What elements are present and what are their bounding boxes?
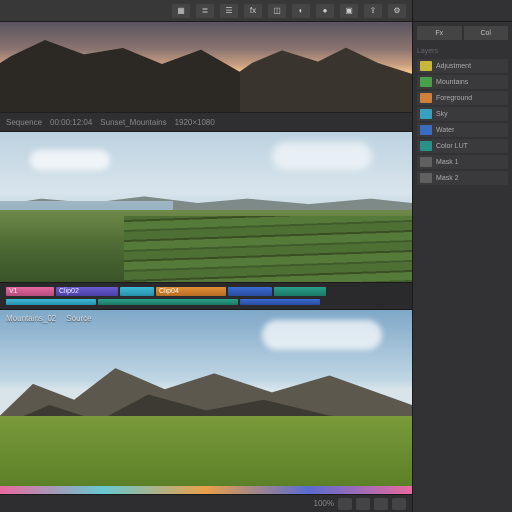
tab-col[interactable]: Col <box>464 26 509 40</box>
layer-label: Foreground <box>436 95 472 102</box>
color-swatch-icon <box>420 109 432 119</box>
color-swatch-icon <box>420 93 432 103</box>
clip-meta: Mountains_02 Source <box>6 314 92 323</box>
side-header <box>413 0 512 22</box>
share-icon[interactable]: ⇪ <box>364 4 382 18</box>
info-strip: Sequence 00:00:12:04 Sunset_Mountains 19… <box>0 112 412 132</box>
tab-fx[interactable]: Fx <box>417 26 462 40</box>
color-swatch-icon <box>420 61 432 71</box>
strip-name: Sunset_Mountains <box>100 118 166 127</box>
timeline-clip[interactable] <box>6 299 96 305</box>
app-root: ▦ ≣ ☰ fx ◫ ◐ ● ▣ ⇪ ⚙ Sequence 00:00:12:0… <box>0 0 512 512</box>
mountain-left <box>0 32 240 112</box>
layer-label: Mountains <box>436 79 468 86</box>
layer-label: Water <box>436 127 454 134</box>
cloud-graphic <box>262 320 382 350</box>
strip-seq: Sequence <box>6 118 42 127</box>
color-scope-strip <box>0 486 412 494</box>
mask-icon[interactable]: ◐ <box>292 4 310 18</box>
mic-icon[interactable]: ● <box>316 4 334 18</box>
timeline-clip[interactable] <box>274 287 326 296</box>
timeline-clip[interactable] <box>240 299 320 305</box>
settings-icon[interactable] <box>374 498 388 510</box>
marker-icon[interactable] <box>356 498 370 510</box>
layer-label: Mask 2 <box>436 175 459 182</box>
layer-row[interactable]: Water <box>417 123 508 137</box>
layer-row[interactable]: Sky <box>417 107 508 121</box>
grid-icon[interactable]: ▦ <box>172 4 190 18</box>
list-icon[interactable]: ☰ <box>220 4 238 18</box>
gear-icon[interactable]: ⚙ <box>388 4 406 18</box>
snap-icon[interactable] <box>338 498 352 510</box>
timeline-clip[interactable] <box>228 287 272 296</box>
layers-icon[interactable]: ≣ <box>196 4 214 18</box>
cam-icon[interactable]: ▣ <box>340 4 358 18</box>
layer-list: Adjustment Mountains Foreground Sky Water Col… <box>413 57 512 187</box>
layer-row[interactable]: Color LUT <box>417 139 508 153</box>
layer-row[interactable]: Foreground <box>417 91 508 105</box>
timeline-track-v2[interactable] <box>6 299 406 305</box>
timeline-clip[interactable] <box>98 299 238 305</box>
main-column: ▦ ≣ ☰ fx ◫ ◐ ● ▣ ⇪ ⚙ Sequence 00:00:12:0… <box>0 0 412 512</box>
top-toolbar: ▦ ≣ ☰ fx ◫ ◐ ● ▣ ⇪ ⚙ <box>0 0 412 22</box>
timeline-clip[interactable]: Clip04 <box>156 287 226 296</box>
mountain-right <box>222 42 412 112</box>
layer-label: Sky <box>436 111 448 118</box>
clip-kind: Source <box>66 314 91 323</box>
zoom-level: 100% <box>314 499 334 508</box>
timeline-clip[interactable]: Clip02 <box>56 287 118 296</box>
program-monitor[interactable] <box>0 22 412 112</box>
strip-res: 1920×1080 <box>175 118 215 127</box>
color-swatch-icon <box>420 77 432 87</box>
status-bar: 100% <box>0 494 412 512</box>
clip-preview[interactable]: Mountains_02 Source <box>0 310 412 486</box>
cloud-graphic <box>272 142 372 170</box>
timeline-panel[interactable]: V1Clip02 Clip04 <box>0 282 412 310</box>
layer-row[interactable]: Mask 1 <box>417 155 508 169</box>
side-panel: Fx Col Layers Adjustment Mountains Foregro… <box>412 0 512 512</box>
layer-label: Color LUT <box>436 143 468 150</box>
crop-icon[interactable]: ◫ <box>268 4 286 18</box>
layer-label: Mask 1 <box>436 159 459 166</box>
timeline-track-v1[interactable]: V1Clip02 Clip04 <box>6 287 406 296</box>
layer-label: Adjustment <box>436 63 471 70</box>
color-swatch-icon <box>420 125 432 135</box>
fx-icon[interactable]: fx <box>244 4 262 18</box>
cloud-graphic <box>30 150 110 170</box>
strip-tc: 00:00:12:04 <box>50 118 92 127</box>
clip-name: Mountains_02 <box>6 314 56 323</box>
timeline-clip[interactable] <box>120 287 154 296</box>
color-swatch-icon <box>420 141 432 151</box>
color-swatch-icon <box>420 157 432 167</box>
layer-row[interactable]: Adjustment <box>417 59 508 73</box>
color-swatch-icon <box>420 173 432 183</box>
timeline-clip[interactable]: V1 <box>6 287 54 296</box>
source-monitor[interactable] <box>0 132 412 282</box>
layer-row[interactable]: Mountains <box>417 75 508 89</box>
layer-row[interactable]: Mask 2 <box>417 171 508 185</box>
field-rows-graphic <box>124 216 412 282</box>
expand-icon[interactable] <box>392 498 406 510</box>
side-tabs: Fx Col <box>413 22 512 44</box>
side-section-title: Layers <box>413 44 512 57</box>
grass-graphic <box>0 416 412 486</box>
